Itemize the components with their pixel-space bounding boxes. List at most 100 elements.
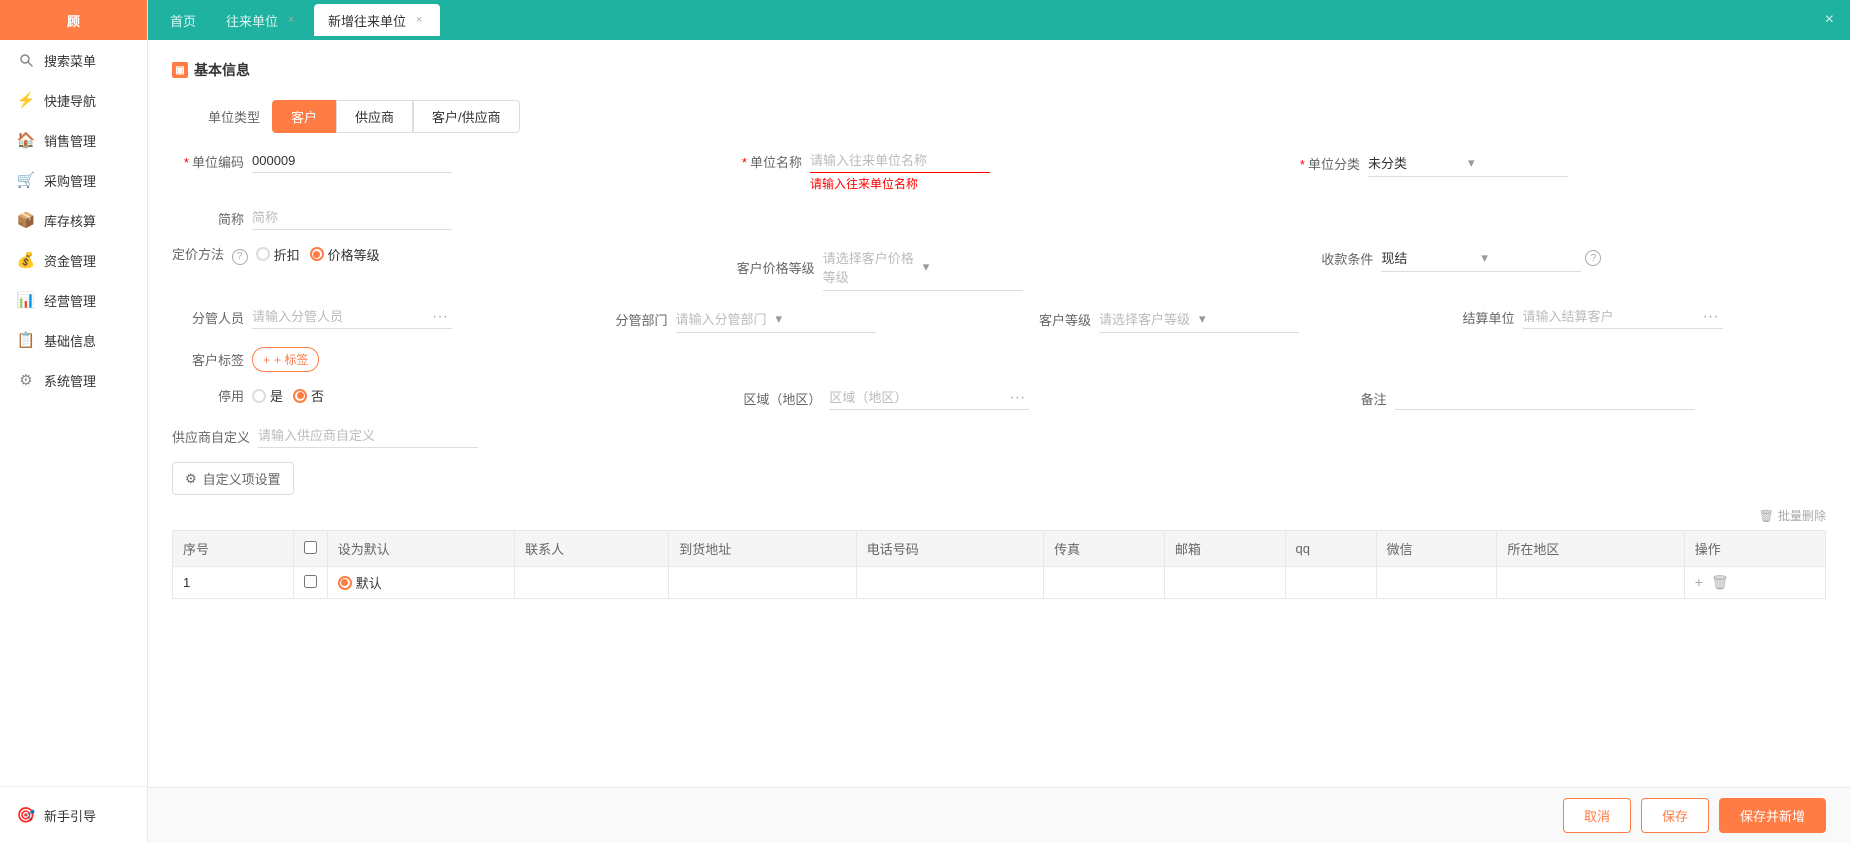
row-actions: + 🗑 bbox=[1684, 567, 1825, 599]
add-tag-icon: + bbox=[263, 353, 270, 367]
select-all-checkbox[interactable] bbox=[304, 541, 317, 554]
short-name-input[interactable] bbox=[252, 206, 452, 230]
col-email: 邮箱 bbox=[1164, 531, 1285, 567]
tab-partners[interactable]: 往来单位 × bbox=[212, 4, 312, 36]
payment-condition-chevron: ▾ bbox=[1481, 250, 1581, 266]
add-tag-btn[interactable]: + + 标签 bbox=[252, 347, 319, 372]
payment-help-icon[interactable]: ? bbox=[1585, 250, 1601, 266]
region-field: 区域（地区） ··· bbox=[743, 386, 1254, 410]
customer-level-select[interactable]: 请选择客户等级 ▾ bbox=[1099, 305, 1299, 333]
unit-code-label: 单位编码 bbox=[172, 152, 252, 171]
tab-new-partner-label: 新增往来单位 bbox=[328, 11, 406, 30]
basic-info-icon: 📋 bbox=[16, 330, 36, 350]
cancel-btn[interactable]: 取消 bbox=[1563, 798, 1631, 833]
supplier-custom-input[interactable] bbox=[258, 424, 478, 448]
row-email bbox=[1164, 567, 1285, 599]
inventory-icon: 📦 bbox=[16, 210, 36, 230]
region-label: 区域（地区） bbox=[743, 389, 829, 408]
tab-home[interactable]: 首页 bbox=[156, 4, 210, 36]
payment-condition-value: 现结 bbox=[1381, 248, 1481, 267]
sidebar-item-inventory[interactable]: 📦 库存核算 bbox=[0, 200, 147, 240]
sidebar-item-purchase-label: 采购管理 bbox=[44, 171, 96, 190]
unit-name-label: 单位名称 bbox=[730, 152, 810, 171]
delete-row-icon[interactable]: 🗑 bbox=[1711, 574, 1729, 591]
tab-home-label: 首页 bbox=[170, 11, 196, 30]
tab-new-partner-close[interactable]: × bbox=[412, 13, 426, 27]
remarks-input[interactable] bbox=[1395, 386, 1695, 410]
manager-more-btn[interactable]: ··· bbox=[428, 308, 452, 326]
sidebar-item-operations[interactable]: 📊 经营管理 bbox=[0, 280, 147, 320]
sidebar-item-purchase[interactable]: 🛒 采购管理 bbox=[0, 160, 147, 200]
payment-condition-label: 收款条件 bbox=[1301, 249, 1381, 268]
tab-partners-label: 往来单位 bbox=[226, 11, 278, 30]
tab-new-partner[interactable]: 新增往来单位 × bbox=[314, 4, 440, 36]
supplier-custom-field: 供应商自定义 bbox=[172, 424, 1826, 448]
section-icon: ▣ bbox=[172, 62, 188, 78]
save-btn[interactable]: 保存 bbox=[1641, 798, 1709, 833]
row-checkbox[interactable] bbox=[304, 575, 317, 588]
add-row-icon[interactable]: + bbox=[1695, 574, 1703, 591]
unit-code-input[interactable] bbox=[252, 149, 452, 173]
col-no: 序号 bbox=[173, 531, 294, 567]
row-action-icons: + 🗑 bbox=[1695, 574, 1815, 591]
table-header-row: 序号 设为默认 联系人 到货地址 电话号码 传真 邮箱 qq 微信 所在地区 操… bbox=[173, 531, 1826, 567]
customer-level-field: 客户等级 请选择客户等级 ▾ bbox=[1019, 305, 1403, 333]
sidebar-item-guide[interactable]: 🎯 新手引导 bbox=[0, 795, 147, 835]
sidebar-item-system-label: 系统管理 bbox=[44, 371, 96, 390]
department-select[interactable]: 请输入分管部门 ▾ bbox=[676, 305, 876, 333]
disabled-radio-group: 是 否 bbox=[252, 386, 324, 405]
customer-price-level-placeholder: 请选择客户价格等级 bbox=[823, 248, 923, 286]
customer-price-level-label: 客户价格等级 bbox=[737, 258, 823, 277]
settlement-unit-more-btn[interactable]: ··· bbox=[1699, 308, 1723, 326]
sidebar: 顾 搜索菜单 ⚡ 快捷导航 🏠 销售管理 🛒 采购管理 📦 库存核算 💰 资金管… bbox=[0, 0, 148, 843]
table-actions: 🗑 批量删除 bbox=[172, 507, 1826, 524]
settlement-unit-input[interactable] bbox=[1523, 305, 1699, 328]
unit-name-input[interactable] bbox=[810, 149, 990, 173]
customer-price-level-select[interactable]: 请选择客户价格等级 ▾ bbox=[823, 244, 1023, 291]
region-more-btn[interactable]: ··· bbox=[1005, 389, 1029, 407]
pricing-level-label: 价格等级 bbox=[328, 245, 380, 264]
pricing-discount-option[interactable]: 折扣 bbox=[256, 245, 300, 264]
sidebar-bottom: 🎯 新手引导 bbox=[0, 786, 147, 843]
sidebar-item-sales[interactable]: 🏠 销售管理 bbox=[0, 120, 147, 160]
custom-settings-btn[interactable]: ⚙ 自定义项设置 bbox=[172, 462, 294, 495]
disabled-no-option[interactable]: 否 bbox=[293, 386, 324, 405]
pricing-level-option[interactable]: 价格等级 bbox=[310, 245, 380, 264]
search-icon bbox=[16, 50, 36, 70]
batch-delete-label: 批量删除 bbox=[1778, 507, 1826, 524]
pricing-help-icon[interactable]: ? bbox=[232, 249, 248, 265]
region-input-group: ··· bbox=[829, 386, 1029, 410]
pricing-radio-group: 折扣 价格等级 bbox=[256, 245, 380, 264]
sidebar-item-quick-nav[interactable]: ⚡ 快捷导航 bbox=[0, 80, 147, 120]
row-default-radio-label[interactable]: 默认 bbox=[338, 573, 504, 592]
sidebar-item-sales-label: 销售管理 bbox=[44, 131, 96, 150]
unit-type-customer-btn[interactable]: 客户 bbox=[272, 100, 336, 133]
pricing-level-radio bbox=[310, 247, 324, 261]
batch-delete-btn[interactable]: 🗑 批量删除 bbox=[1759, 507, 1826, 524]
disabled-no-label: 否 bbox=[311, 386, 324, 405]
sidebar-item-finance[interactable]: 💰 资金管理 bbox=[0, 240, 147, 280]
manager-input[interactable] bbox=[252, 305, 428, 328]
sidebar-logo: 顾 bbox=[0, 0, 147, 40]
customer-tag-label: 客户标签 bbox=[172, 350, 252, 369]
tab-partners-close[interactable]: × bbox=[284, 13, 298, 27]
sidebar-item-system[interactable]: ⚙ 系统管理 bbox=[0, 360, 147, 400]
unit-category-select[interactable]: 未分类 ▾ bbox=[1368, 149, 1568, 177]
sidebar-item-basic-info[interactable]: 📋 基础信息 bbox=[0, 320, 147, 360]
disabled-yes-option[interactable]: 是 bbox=[252, 386, 283, 405]
department-chevron: ▾ bbox=[776, 311, 876, 327]
sidebar-item-search[interactable]: 搜索菜单 bbox=[0, 40, 147, 80]
form-row-4: 分管人员 ··· 分管部门 请输入分管部门 ▾ 客户等级 请选择客户等级 bbox=[172, 305, 1826, 333]
sales-icon: 🏠 bbox=[16, 130, 36, 150]
unit-type-both-btn[interactable]: 客户/供应商 bbox=[413, 100, 520, 133]
tab-bar-close-all[interactable]: × bbox=[1817, 11, 1842, 29]
save-and-add-btn[interactable]: 保存并新增 bbox=[1719, 798, 1826, 833]
unit-type-supplier-btn[interactable]: 供应商 bbox=[336, 100, 413, 133]
pricing-discount-label: 折扣 bbox=[274, 245, 300, 264]
custom-settings-label: 自定义项设置 bbox=[203, 469, 281, 488]
region-input[interactable] bbox=[829, 386, 1005, 409]
pricing-method-label: 定价方法 ? bbox=[172, 244, 256, 265]
col-checkbox bbox=[293, 531, 327, 567]
payment-condition-select[interactable]: 现结 ▾ bbox=[1381, 244, 1581, 272]
row-phone bbox=[856, 567, 1043, 599]
